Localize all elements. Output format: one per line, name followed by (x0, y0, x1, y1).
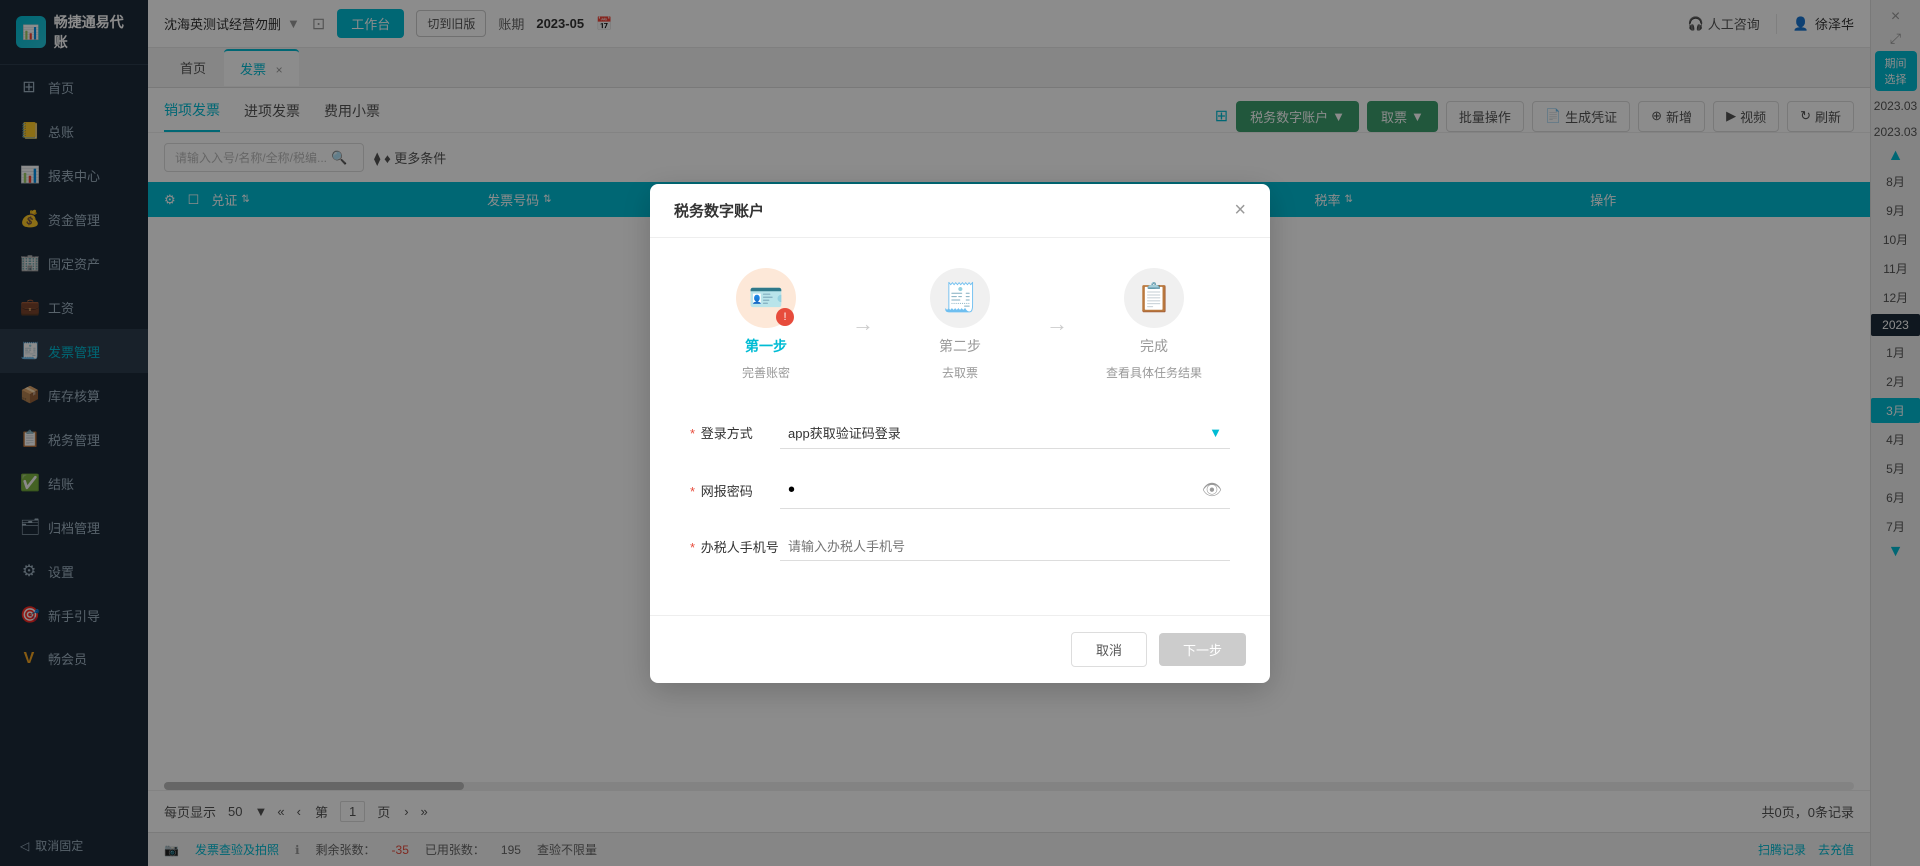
password-field[interactable]: 👁 (780, 473, 1230, 509)
step3-icon-wrap: 📋 (1124, 268, 1184, 328)
step2-label: 第二步 (939, 336, 981, 356)
login-method-text: 登录方式 (701, 426, 753, 441)
step1-label: 第一步 (745, 336, 787, 356)
next-button[interactable]: 下一步 (1159, 633, 1246, 666)
step2-icon: 🧾 (943, 281, 978, 314)
login-method-select[interactable]: app获取验证码登录 ▼ (780, 417, 1230, 449)
password-row: * 网报密码 👁 (690, 473, 1230, 509)
modal-overlay[interactable]: 税务数字账户 × 🪪 ! 第一步 完善账密 → (0, 0, 1920, 866)
phone-row: * 办税人手机号 (690, 533, 1230, 561)
step3-icon: 📋 (1137, 281, 1172, 314)
phone-text: 办税人手机号 (701, 540, 779, 555)
step2-icon-wrap: 🧾 (930, 268, 990, 328)
step3-desc: 查看具体任务结果 (1106, 364, 1202, 381)
step1-icon: 🪪 (749, 281, 784, 314)
phone-label: * 办税人手机号 (690, 537, 780, 556)
steps-indicator: 🪪 ! 第一步 完善账密 → 🧾 第二步 去取票 (690, 268, 1230, 381)
arrow2: → (1046, 311, 1068, 337)
modal-title: 税务数字账户 (674, 200, 764, 221)
modal-footer: 取消 下一步 (650, 615, 1270, 683)
step-2: 🧾 第二步 去取票 (884, 268, 1036, 381)
required-mark: * (690, 426, 695, 441)
phone-input[interactable] (780, 533, 1230, 561)
step1-desc: 完善账密 (742, 364, 790, 381)
password-label: * 网报密码 (690, 481, 780, 500)
login-method-row: * 登录方式 app获取验证码登录 ▼ (690, 417, 1230, 449)
step1-badge-text: ! (783, 311, 786, 323)
cancel-button[interactable]: 取消 (1071, 632, 1147, 667)
step-1: 🪪 ! 第一步 完善账密 (690, 268, 842, 381)
password-text: 网报密码 (701, 484, 753, 499)
modal-body: 🪪 ! 第一步 完善账密 → 🧾 第二步 去取票 (650, 238, 1270, 615)
login-method-label: * 登录方式 (690, 423, 780, 442)
tax-digital-modal: 税务数字账户 × 🪪 ! 第一步 完善账密 → (650, 184, 1270, 683)
login-method-value: app获取验证码登录 (788, 423, 901, 442)
modal-close-button[interactable]: × (1234, 200, 1246, 220)
modal-header: 税务数字账户 × (650, 184, 1270, 238)
eye-toggle-icon[interactable]: 👁 (1202, 480, 1222, 500)
step1-badge: ! (776, 308, 794, 326)
step-3: 📋 完成 查看具体任务结果 (1078, 268, 1230, 381)
step1-icon-wrap: 🪪 ! (736, 268, 796, 328)
step2-desc: 去取票 (942, 364, 978, 381)
arrow1: → (852, 311, 874, 337)
step3-label: 完成 (1140, 336, 1168, 356)
required-mark3: * (690, 540, 695, 555)
required-mark2: * (690, 484, 695, 499)
select-dropdown-icon: ▼ (1209, 425, 1222, 440)
password-input[interactable] (788, 479, 1202, 502)
